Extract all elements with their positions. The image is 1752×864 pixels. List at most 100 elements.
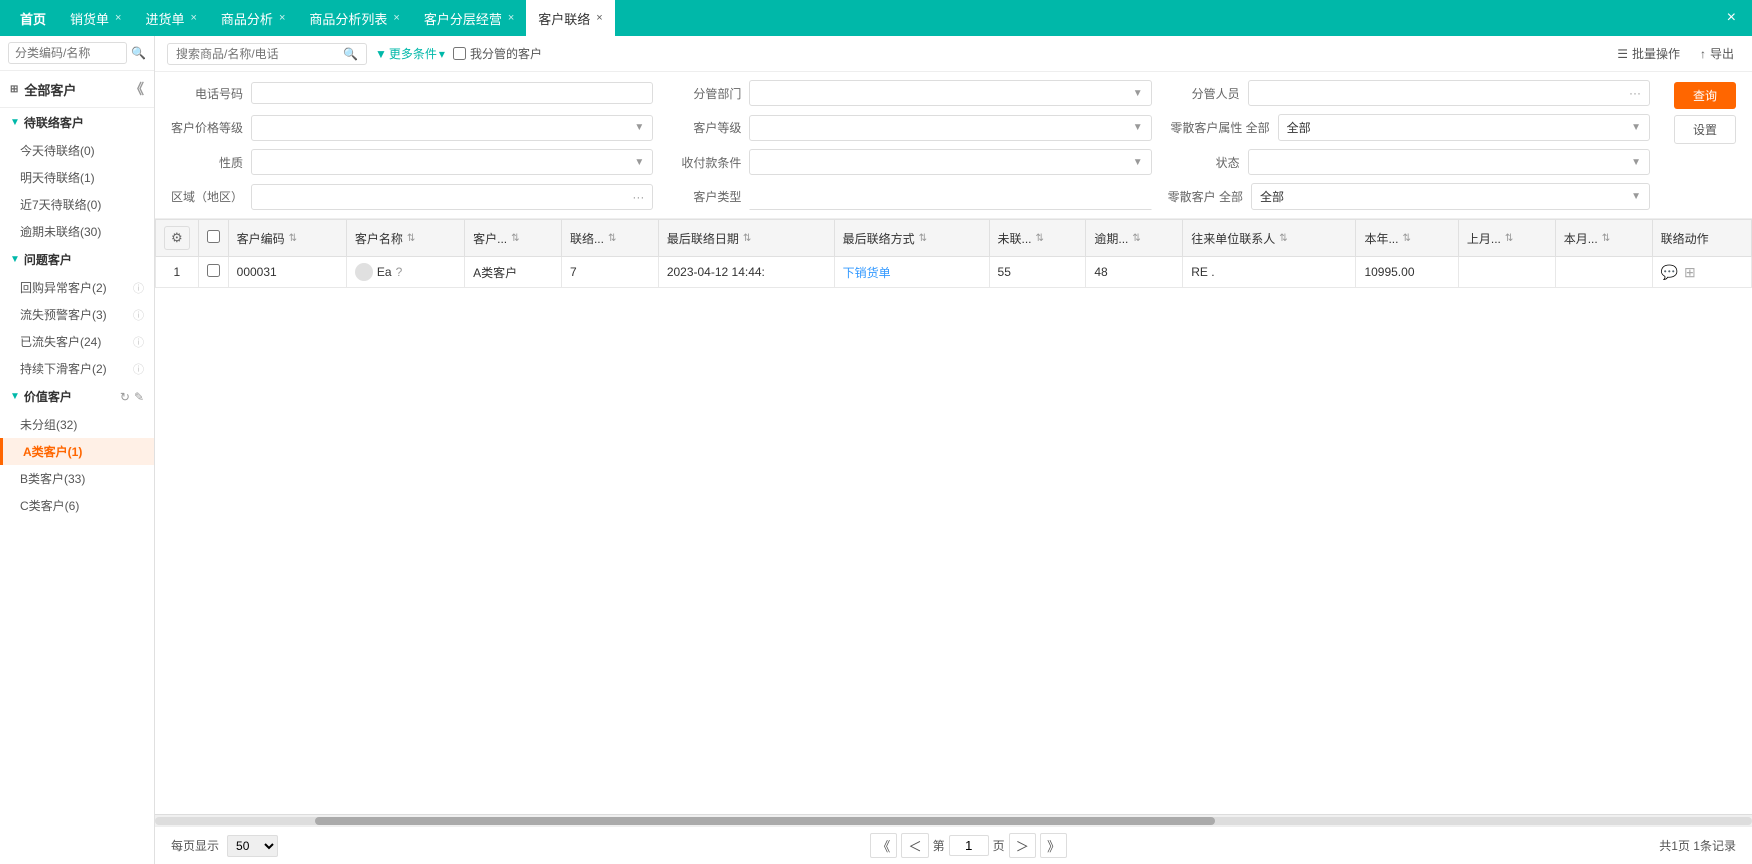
th-code: 客户编码 ⇅ (228, 220, 346, 257)
sidebar-item-a-class[interactable]: A类客户(1) (0, 438, 154, 465)
status-select[interactable]: ▼ (1248, 149, 1650, 175)
sidebar-collapse-icon[interactable]: 《 (130, 79, 144, 99)
sidebar-item-churn-warning[interactable]: 流失预警客户(3) ⓘ (0, 301, 154, 328)
row-checkbox[interactable] (207, 264, 220, 277)
sort-type-icon[interactable]: ⇅ (511, 233, 519, 244)
filter-retail-attr: 零散客户属性 全部 全部 ▼ (1168, 114, 1666, 141)
nav-purchase[interactable]: 进货单 × (133, 0, 208, 36)
settings-button[interactable]: 设置 (1674, 115, 1736, 144)
batch-op-button[interactable]: ☰ 批量操作 (1611, 42, 1686, 65)
sidebar-item-7days[interactable]: 近7天待联络(0) (0, 191, 154, 218)
select-all-checkbox[interactable] (207, 230, 220, 243)
status-label: 状态 (1168, 154, 1248, 171)
payment-select[interactable]: ▼ (749, 149, 1151, 175)
pending-contact-group: ▼ 待联络客户 今天待联络(0) 明天待联络(1) 近7天待联络(0) 逾期未联… (0, 108, 154, 245)
sidebar-item-ungrouped[interactable]: 未分组(32) (0, 411, 154, 438)
horizontal-scrollbar[interactable] (155, 814, 1752, 826)
search-input[interactable] (176, 47, 343, 61)
row-last-method: 下销货单 (834, 257, 989, 288)
filter-customer-level: 客户等级 ▼ (669, 115, 1167, 141)
sidebar-search-icon[interactable]: 🔍 (131, 46, 146, 60)
dept-select[interactable]: ▼ (749, 80, 1151, 106)
search-icon[interactable]: 🔍 (343, 47, 358, 61)
customer-level-select[interactable]: ▼ (749, 115, 1151, 141)
sort-not-contacted-icon[interactable]: ⇅ (1036, 233, 1044, 244)
sidebar-item-tomorrow[interactable]: 明天待联络(1) (0, 164, 154, 191)
all-customers-header[interactable]: ⊞ 全部客户 《 (0, 71, 154, 108)
nav-analysis[interactable]: 商品分析 × (209, 0, 297, 36)
sort-date-icon[interactable]: ⇅ (743, 233, 751, 244)
nav-home[interactable]: 首页 (8, 0, 58, 36)
page-first-button[interactable]: 《 (870, 833, 897, 858)
last-method-link[interactable]: 下销货单 (843, 266, 891, 280)
sort-name-icon[interactable]: ⇅ (407, 233, 415, 244)
query-button[interactable]: 查询 (1674, 82, 1736, 109)
sort-this-month-icon[interactable]: ⇅ (1602, 233, 1610, 244)
sidebar-item-b-class[interactable]: B类客户(33) (0, 465, 154, 492)
nav-customer-tier[interactable]: 客户分层经营 × (412, 0, 526, 36)
page-size-select[interactable]: 50 100 200 (227, 835, 278, 857)
manager-dots[interactable]: ··· (1629, 86, 1641, 100)
my-customers-checkbox[interactable] (453, 47, 466, 60)
value-group-refresh-icon[interactable]: ↻ (120, 390, 130, 404)
filter-payment: 收付款条件 ▼ (669, 149, 1167, 175)
more-conditions-button[interactable]: ▼ 更多条件 ▾ (375, 45, 445, 62)
pending-contact-header[interactable]: ▼ 待联络客户 (0, 108, 154, 137)
sidebar-item-c-class[interactable]: C类客户(6) (0, 492, 154, 519)
page-label: 第 (933, 837, 945, 854)
page-last-button[interactable]: 》 (1040, 833, 1067, 858)
retail-customer-select[interactable]: 全部 ▼ (1251, 183, 1650, 210)
price-level-select[interactable]: ▼ (251, 115, 653, 141)
sort-overdue-icon[interactable]: ⇅ (1132, 233, 1140, 244)
sort-last-month-icon[interactable]: ⇅ (1505, 233, 1513, 244)
region-dots[interactable]: ··· (632, 190, 644, 204)
phone-input[interactable] (251, 82, 653, 104)
nav-customer-contact[interactable]: 客户联络 × (526, 0, 614, 36)
close-customer-contact-tab[interactable]: × (596, 12, 602, 24)
filter-dept: 分管部门 ▼ (669, 80, 1167, 106)
customer-avatar (355, 263, 373, 281)
sort-method-icon[interactable]: ⇅ (919, 233, 927, 244)
chat-action-icon[interactable]: 💬 (1661, 264, 1678, 281)
problem-customers-group: ▼ 问题客户 回购异常客户(2) ⓘ 流失预警客户(3) ⓘ 已流失客户(24)… (0, 245, 154, 382)
value-group-edit-icon[interactable]: ✎ (134, 390, 144, 404)
th-overdue: 逾期... ⇅ (1086, 220, 1183, 257)
close-sales-tab[interactable]: × (115, 12, 121, 24)
page-prev-button[interactable]: ＜ (901, 833, 928, 858)
nav-analysis-list[interactable]: 商品分析列表 × (297, 0, 411, 36)
qr-action-icon[interactable]: ⊞ (1684, 264, 1696, 281)
problem-customers-header[interactable]: ▼ 问题客户 (0, 245, 154, 274)
retail-attr-select[interactable]: 全部 ▼ (1278, 114, 1650, 141)
sort-contacts-icon[interactable]: ⇅ (1279, 233, 1287, 244)
sort-code-icon[interactable]: ⇅ (289, 233, 297, 244)
sidebar-item-declining[interactable]: 持续下滑客户(2) ⓘ (0, 355, 154, 382)
sidebar-item-overdue[interactable]: 逾期未联络(30) (0, 218, 154, 245)
sort-this-year-icon[interactable]: ⇅ (1402, 233, 1410, 244)
scrollbar-thumb[interactable] (315, 817, 1215, 825)
page-next-button[interactable]: ＞ (1009, 833, 1036, 858)
info-icon-repurchase: ⓘ (133, 280, 144, 296)
nav-sales[interactable]: 销货单 × (58, 0, 133, 36)
row-overdue: 48 (1086, 257, 1183, 288)
close-customer-tier-tab[interactable]: × (508, 12, 514, 24)
my-customers-checkbox-label[interactable]: 我分管的客户 (453, 45, 542, 62)
close-purchase-tab[interactable]: × (190, 12, 196, 24)
close-analysis-tab[interactable]: × (279, 12, 285, 24)
sidebar-item-churned[interactable]: 已流失客户(24) ⓘ (0, 328, 154, 355)
nature-select[interactable]: ▼ (251, 149, 653, 175)
sidebar-item-today[interactable]: 今天待联络(0) (0, 137, 154, 164)
th-last-month: 上月... ⇅ (1458, 220, 1555, 257)
sidebar-search-input[interactable] (8, 42, 127, 64)
column-settings-button[interactable]: ⚙ (164, 226, 190, 250)
window-close-button[interactable]: × (1719, 9, 1744, 27)
sidebar-item-repurchase[interactable]: 回购异常客户(2) ⓘ (0, 274, 154, 301)
close-analysis-list-tab[interactable]: × (393, 12, 399, 24)
th-contacts: 往来单位联系人 ⇅ (1183, 220, 1356, 257)
row-last-month (1458, 257, 1555, 288)
filter-retail-customer: 零散客户 全部 全部 ▼ (1168, 183, 1666, 210)
th-actions: 联络动作 (1652, 220, 1751, 257)
sort-contact-icon[interactable]: ⇅ (608, 233, 616, 244)
page-number-input[interactable] (949, 835, 989, 856)
export-button[interactable]: ↑ 导出 (1694, 42, 1740, 65)
value-customers-header[interactable]: ▼ 价值客户 ↻ ✎ (0, 382, 154, 411)
